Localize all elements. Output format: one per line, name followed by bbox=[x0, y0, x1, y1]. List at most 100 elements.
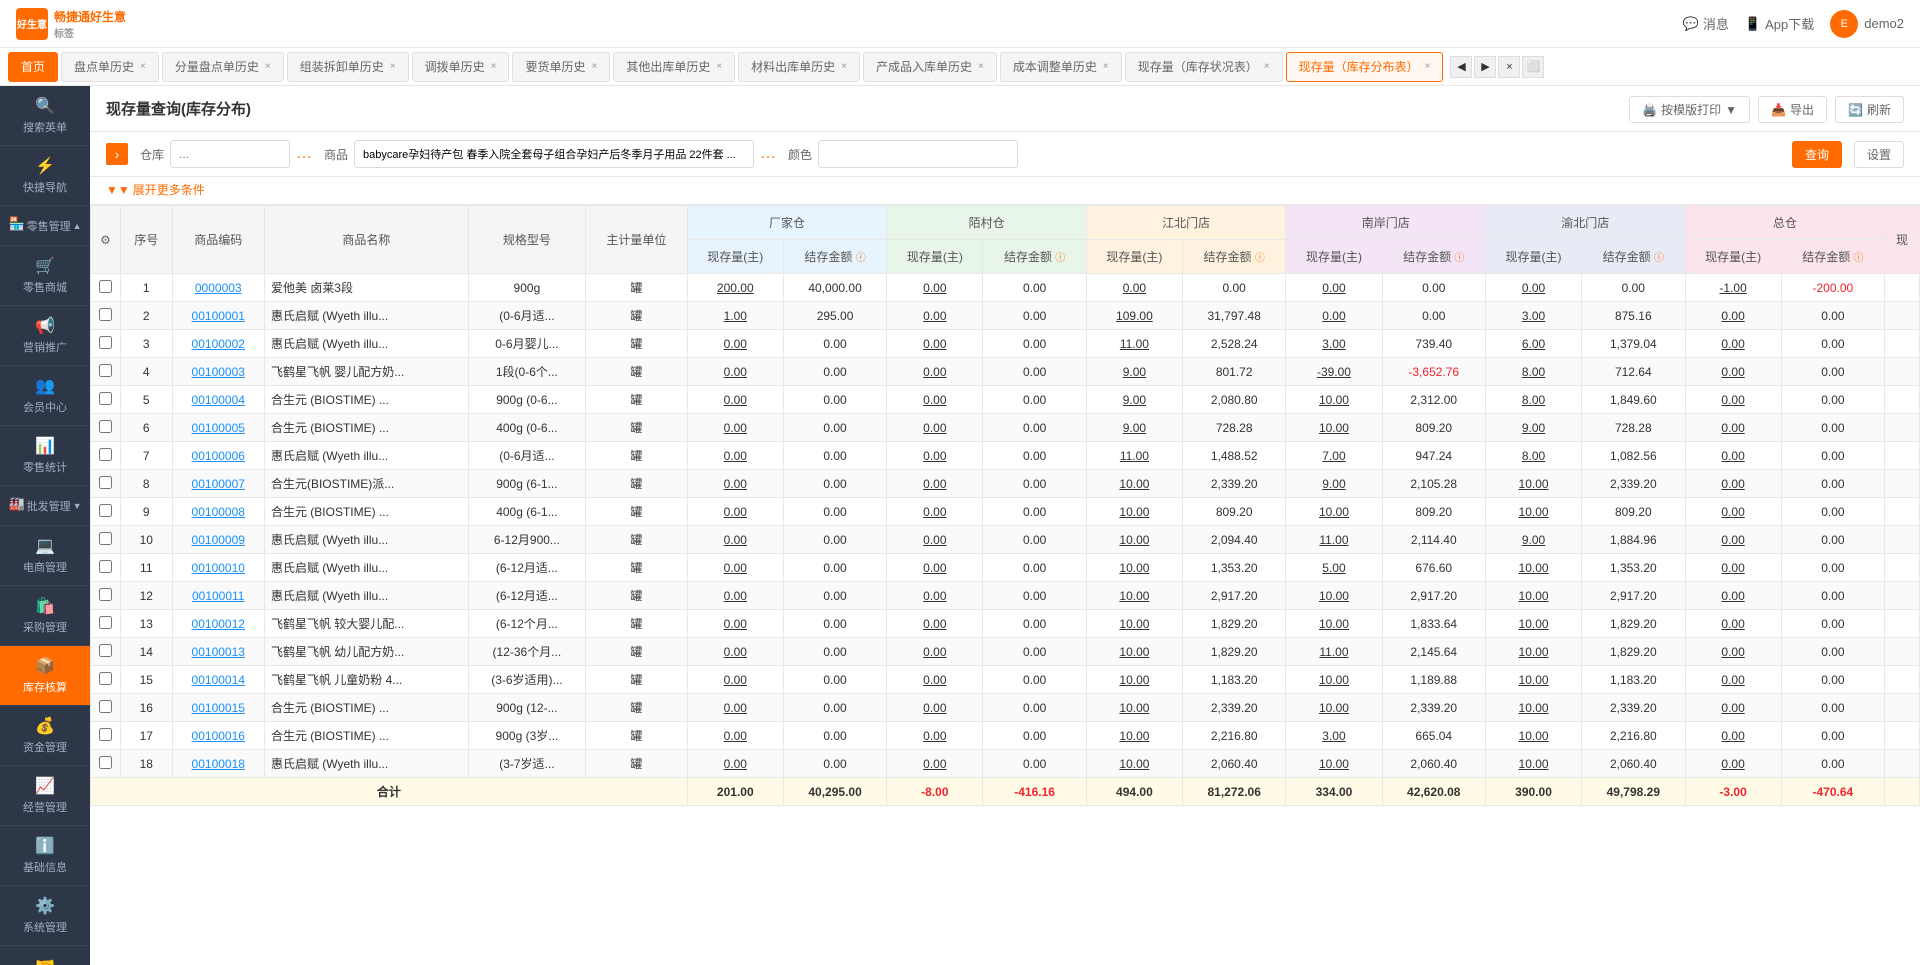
row-yb-qty[interactable]: 10.00 bbox=[1486, 498, 1582, 526]
row-jb-qty[interactable]: 10.00 bbox=[1086, 638, 1182, 666]
row-total-qty[interactable]: 0.00 bbox=[1685, 358, 1781, 386]
row-code[interactable]: 00100003 bbox=[172, 358, 264, 386]
row-yb-qty[interactable]: 9.00 bbox=[1486, 414, 1582, 442]
message-btn[interactable]: 💬 消息 bbox=[1683, 14, 1729, 33]
tab-home[interactable]: 首页 bbox=[8, 52, 58, 82]
row-mo-qty[interactable]: 0.00 bbox=[887, 470, 983, 498]
row-mo-qty[interactable]: 0.00 bbox=[887, 694, 983, 722]
sidebar-item-marketing[interactable]: 📢 营销推广 bbox=[0, 306, 90, 366]
row-na-qty[interactable]: 3.00 bbox=[1286, 722, 1382, 750]
row-mo-qty[interactable]: 0.00 bbox=[887, 386, 983, 414]
row-jb-qty[interactable]: 10.00 bbox=[1086, 722, 1182, 750]
row-code[interactable]: 00100018 bbox=[172, 750, 264, 778]
row-mo-qty[interactable]: 0.00 bbox=[887, 274, 983, 302]
checkbox[interactable] bbox=[99, 756, 112, 769]
warehouse-dots[interactable]: … bbox=[296, 145, 312, 163]
checkbox[interactable] bbox=[99, 672, 112, 685]
row-total-qty[interactable]: 0.00 bbox=[1685, 302, 1781, 330]
sidebar-item-member[interactable]: 👥 会员中心 bbox=[0, 366, 90, 426]
tab-zuhe[interactable]: 组装拆卸单历史 × bbox=[287, 52, 409, 82]
sidebar-item-finance[interactable]: 💰 资金管理 bbox=[0, 706, 90, 766]
row-total-qty[interactable]: 0.00 bbox=[1685, 750, 1781, 778]
row-total-qty[interactable]: -1.00 bbox=[1685, 274, 1781, 302]
row-jb-qty[interactable]: 10.00 bbox=[1086, 750, 1182, 778]
tab-qita-close[interactable]: × bbox=[716, 61, 722, 72]
tab-fenpandian-close[interactable]: × bbox=[265, 61, 271, 72]
refresh-btn[interactable]: 🔄 刷新 bbox=[1835, 96, 1904, 123]
row-total-qty[interactable]: 0.00 bbox=[1685, 386, 1781, 414]
checkbox[interactable] bbox=[99, 700, 112, 713]
checkbox[interactable] bbox=[99, 728, 112, 741]
checkbox[interactable] bbox=[99, 616, 112, 629]
sidebar-item-purchase[interactable]: 🛍️ 采购管理 bbox=[0, 586, 90, 646]
row-jb-qty[interactable]: 10.00 bbox=[1086, 526, 1182, 554]
row-code[interactable]: 00100002 bbox=[172, 330, 264, 358]
row-na-qty[interactable]: 10.00 bbox=[1286, 582, 1382, 610]
row-jb-qty[interactable]: 11.00 bbox=[1086, 442, 1182, 470]
row-na-qty[interactable]: 3.00 bbox=[1286, 330, 1382, 358]
checkbox[interactable] bbox=[99, 364, 112, 377]
sidebar-item-retail[interactable]: 🏪 零售管理 ▲ bbox=[0, 206, 90, 246]
row-checkbox[interactable] bbox=[91, 442, 121, 470]
row-fac-qty[interactable]: 0.00 bbox=[687, 666, 783, 694]
color-input[interactable] bbox=[818, 140, 1018, 168]
warehouse-input[interactable] bbox=[170, 140, 290, 168]
row-yb-qty[interactable]: 10.00 bbox=[1486, 638, 1582, 666]
sidebar-item-stats[interactable]: 📊 零售统计 bbox=[0, 426, 90, 486]
row-na-qty[interactable]: 10.00 bbox=[1286, 414, 1382, 442]
row-yb-qty[interactable]: 6.00 bbox=[1486, 330, 1582, 358]
checkbox[interactable] bbox=[99, 420, 112, 433]
row-na-qty[interactable]: 0.00 bbox=[1286, 302, 1382, 330]
tab-xianzailiang-close[interactable]: × bbox=[1425, 61, 1431, 72]
row-total-qty[interactable]: 0.00 bbox=[1685, 638, 1781, 666]
app-download-btn[interactable]: 📱 App下载 bbox=[1745, 14, 1814, 33]
row-mo-qty[interactable]: 0.00 bbox=[887, 722, 983, 750]
row-jb-qty[interactable]: 109.00 bbox=[1086, 302, 1182, 330]
product-dots[interactable]: … bbox=[760, 145, 776, 163]
tab-chancheng[interactable]: 产成品入库单历史 × bbox=[863, 52, 997, 82]
search-collapse-btn[interactable]: › bbox=[106, 143, 128, 165]
row-mo-qty[interactable]: 0.00 bbox=[887, 554, 983, 582]
row-mo-qty[interactable]: 0.00 bbox=[887, 358, 983, 386]
row-mo-qty[interactable]: 0.00 bbox=[887, 442, 983, 470]
row-jb-qty[interactable]: 10.00 bbox=[1086, 582, 1182, 610]
row-mo-qty[interactable]: 0.00 bbox=[887, 498, 983, 526]
tab-diaobao-close[interactable]: × bbox=[491, 61, 497, 72]
tab-yaohuo[interactable]: 要货单历史 × bbox=[512, 52, 610, 82]
row-code[interactable]: 00100001 bbox=[172, 302, 264, 330]
nav-expand[interactable]: ⬜ bbox=[1522, 56, 1544, 78]
row-na-qty[interactable]: 9.00 bbox=[1286, 470, 1382, 498]
row-mo-qty[interactable]: 0.00 bbox=[887, 610, 983, 638]
tab-chengbentiao-close[interactable]: × bbox=[1103, 61, 1109, 72]
row-checkbox[interactable] bbox=[91, 358, 121, 386]
row-fac-qty[interactable]: 0.00 bbox=[687, 498, 783, 526]
tab-chengbentiao[interactable]: 成本调整单历史 × bbox=[1000, 52, 1122, 82]
row-fac-qty[interactable]: 0.00 bbox=[687, 386, 783, 414]
row-code[interactable]: 00100016 bbox=[172, 722, 264, 750]
product-input[interactable] bbox=[354, 140, 754, 168]
row-mo-qty[interactable]: 0.00 bbox=[887, 582, 983, 610]
row-na-qty[interactable]: 10.00 bbox=[1286, 386, 1382, 414]
row-yb-qty[interactable]: 10.00 bbox=[1486, 582, 1582, 610]
row-mo-qty[interactable]: 0.00 bbox=[887, 302, 983, 330]
row-code[interactable]: 00100006 bbox=[172, 442, 264, 470]
expand-btn[interactable]: ▼▼ 展开更多条件 bbox=[106, 181, 205, 198]
checkbox[interactable] bbox=[99, 308, 112, 321]
tab-pandian-close[interactable]: × bbox=[140, 61, 146, 72]
row-yb-qty[interactable]: 8.00 bbox=[1486, 442, 1582, 470]
export-btn[interactable]: 📥 导出 bbox=[1758, 96, 1827, 123]
sidebar-item-shop[interactable]: 🛒 零售商城 bbox=[0, 246, 90, 306]
tab-yaohuo-close[interactable]: × bbox=[591, 61, 597, 72]
row-na-qty[interactable]: 0.00 bbox=[1286, 274, 1382, 302]
row-code[interactable]: 00100014 bbox=[172, 666, 264, 694]
print-btn[interactable]: 🖨️ 按模版打印 ▼ bbox=[1629, 96, 1750, 123]
checkbox[interactable] bbox=[99, 476, 112, 489]
tab-xianzailiang[interactable]: 现存量（库存分布表） × bbox=[1286, 52, 1444, 82]
sidebar-item-inventory[interactable]: 📦 库存核算 bbox=[0, 646, 90, 706]
row-mo-qty[interactable]: 0.00 bbox=[887, 750, 983, 778]
row-na-qty[interactable]: -39.00 bbox=[1286, 358, 1382, 386]
row-yb-qty[interactable]: 0.00 bbox=[1486, 274, 1582, 302]
checkbox[interactable] bbox=[99, 560, 112, 573]
row-yb-qty[interactable]: 10.00 bbox=[1486, 722, 1582, 750]
row-fac-qty[interactable]: 0.00 bbox=[687, 638, 783, 666]
